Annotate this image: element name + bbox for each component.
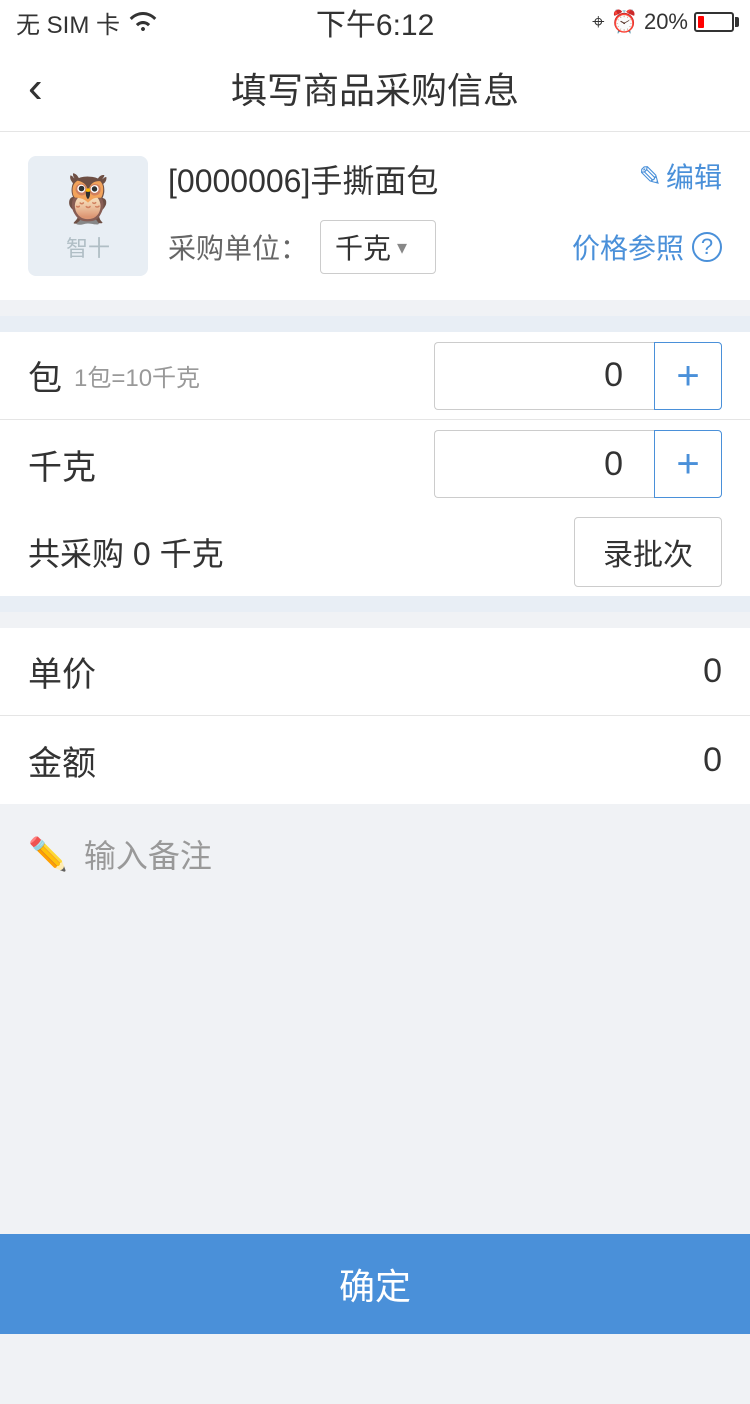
product-info: [0000006]手撕面包 ✎ 编辑 采购单位： 千克 ▾ 价格参照 ? <box>168 156 722 274</box>
edit-icon: ✎ <box>639 160 662 193</box>
unit-select-wrapper: 采购单位： 千克 ▾ <box>168 220 436 274</box>
bao-label: 包 1包=10千克 <box>28 351 200 400</box>
product-unit-row: 采购单位： 千克 ▾ 价格参照 ? <box>168 220 722 274</box>
amount-label: 金额 <box>28 736 96 785</box>
product-card: 🦉 智十 [0000006]手撕面包 ✎ 编辑 采购单位： 千克 ▾ <box>0 132 750 300</box>
edit-button[interactable]: ✎ 编辑 <box>639 156 722 196</box>
battery-fill <box>698 16 704 28</box>
status-right: ⌖ ⏰ 20% <box>592 9 734 35</box>
unit-label: 采购单位： <box>168 227 308 267</box>
batch-button[interactable]: 录批次 <box>574 517 722 587</box>
price-ref-label: 价格参照 <box>572 227 684 267</box>
amount-row: 金额 0 <box>0 716 750 804</box>
notes-section: ✏️ 输入备注 <box>0 804 750 904</box>
unit-value: 千克 <box>335 227 391 267</box>
product-name: [0000006]手撕面包 <box>168 156 438 202</box>
nav-bar: ‹ 填写商品采购信息 <box>0 44 750 132</box>
help-icon: ? <box>692 232 722 262</box>
bao-row: 包 1包=10千克 + <box>0 332 750 420</box>
kg-input[interactable] <box>434 430 654 498</box>
battery-percent: 20% <box>644 9 688 35</box>
carrier-label: 无 SIM 卡 <box>16 5 120 40</box>
kg-row: 千克 + <box>0 420 750 508</box>
page-title: 填写商品采购信息 <box>231 62 519 114</box>
wifi-icon <box>128 7 158 38</box>
unit-select-dropdown[interactable]: 千克 ▾ <box>320 220 436 274</box>
kg-label: 千克 <box>28 440 96 489</box>
unit-price-value: 0 <box>703 652 722 691</box>
price-section: 单价 0 金额 0 <box>0 628 750 804</box>
form-section-bao: 包 1包=10千克 + 千克 + <box>0 332 750 508</box>
summary-row: 共采购 0 千克 录批次 <box>0 508 750 596</box>
kg-input-group: + <box>434 430 722 498</box>
bao-plus-button[interactable]: + <box>654 342 722 410</box>
status-bar: 无 SIM 卡 下午6:12 ⌖ ⏰ 20% <box>0 0 750 44</box>
kg-plus-button[interactable]: + <box>654 430 722 498</box>
section-divider-1 <box>0 316 750 332</box>
summary-total-text: 共采购 0 千克 <box>28 529 224 575</box>
pencil-icon: ✏️ <box>28 835 68 873</box>
unit-price-label: 单价 <box>28 647 96 696</box>
confirm-button[interactable]: 确定 <box>0 1234 750 1334</box>
product-img-text: 智十 <box>66 231 110 263</box>
section-divider-2 <box>0 596 750 612</box>
status-left: 无 SIM 卡 <box>16 5 158 40</box>
unit-price-row: 单价 0 <box>0 628 750 716</box>
battery-icon <box>694 12 734 32</box>
price-ref-button[interactable]: 价格参照 ? <box>572 227 722 267</box>
back-button[interactable]: ‹ <box>28 66 43 110</box>
amount-value: 0 <box>703 741 722 780</box>
bao-input-group: + <box>434 342 722 410</box>
location-icon: ⌖ <box>592 9 604 35</box>
bao-input[interactable] <box>434 342 654 410</box>
product-img-icon: 🦉 <box>58 170 118 227</box>
alarm-icon: ⏰ <box>611 9 638 35</box>
product-header: [0000006]手撕面包 ✎ 编辑 <box>168 156 722 202</box>
product-image: 🦉 智十 <box>28 156 148 276</box>
bao-sub-label: 1包=10千克 <box>74 358 200 393</box>
chevron-down-icon: ▾ <box>397 235 407 260</box>
status-time: 下午6:12 <box>316 0 434 44</box>
notes-placeholder[interactable]: 输入备注 <box>84 831 212 877</box>
